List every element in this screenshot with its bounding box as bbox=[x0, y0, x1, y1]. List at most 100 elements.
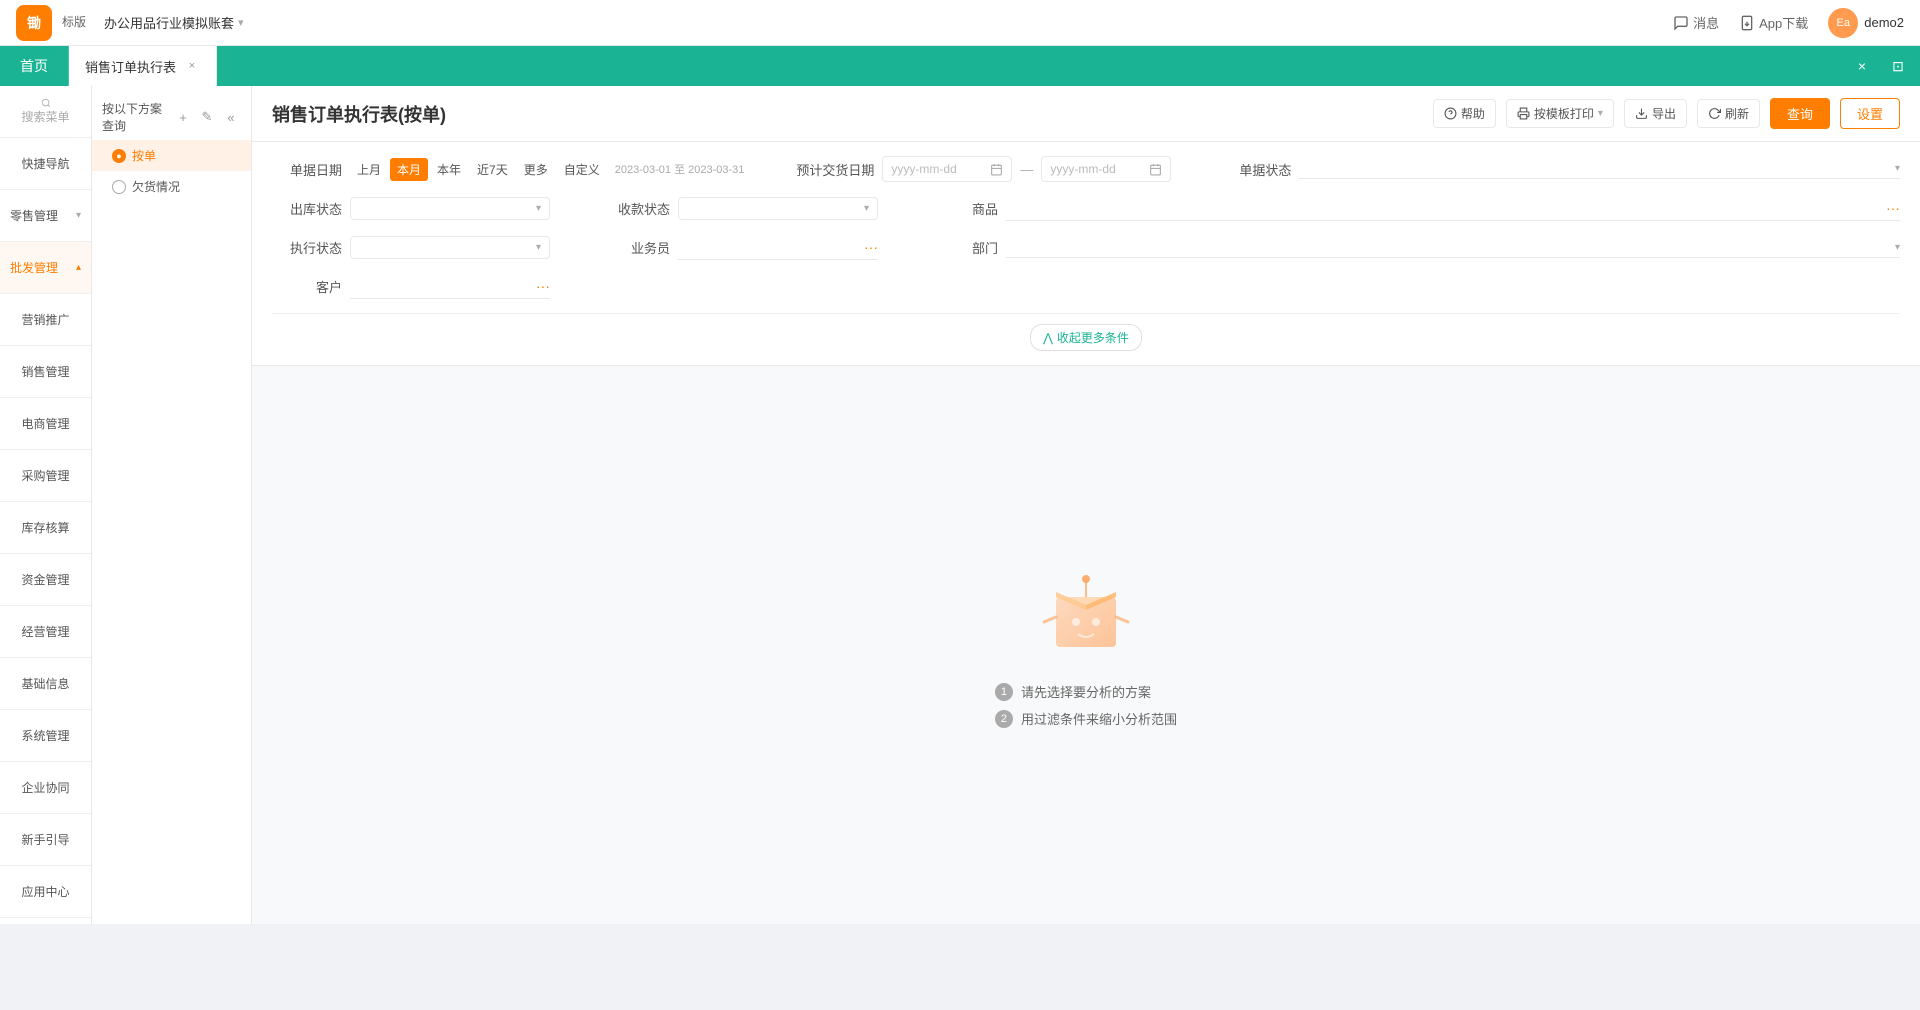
sidebar-item-apps[interactable]: 应用中心 bbox=[0, 866, 91, 918]
page-header-actions: 帮助 按模板打印 ▾ 导出 刷新 bbox=[1433, 98, 1900, 129]
salesperson-select[interactable]: ··· bbox=[678, 235, 878, 260]
expected-date-from[interactable]: yyyy-mm-dd bbox=[882, 156, 1012, 182]
order-date-group: 单据日期 上月 本月 本年 近7天 更多 自定义 2023-03-01 至 20… bbox=[272, 158, 744, 181]
print-button[interactable]: 按模板打印 ▾ bbox=[1506, 99, 1614, 128]
collection-arrow-icon: ▾ bbox=[864, 203, 869, 214]
inactive-dot bbox=[112, 180, 126, 194]
execution-status-select[interactable]: ▾ bbox=[350, 236, 550, 259]
date-btn-7days[interactable]: 近7天 bbox=[470, 158, 515, 181]
sidebar-item-enterprise[interactable]: 企业协同 bbox=[0, 762, 91, 814]
tab-bar-right: × ⊡ bbox=[1848, 52, 1920, 80]
sidebar-item-retail[interactable]: 零售管理 ▾ bbox=[0, 190, 91, 242]
date-quick-btns: 上月 本月 本年 近7天 更多 自定义 bbox=[350, 158, 607, 181]
collapse-filter-button[interactable]: ⋀ 收起更多条件 bbox=[1030, 324, 1142, 351]
left-panel-header: 按以下方案查询 + ✎ « bbox=[92, 94, 251, 140]
order-status-select[interactable]: ▾ bbox=[1299, 159, 1900, 179]
app-selector[interactable]: 办公用品行业模拟账套 ▾ bbox=[96, 9, 252, 36]
collection-status-select[interactable]: ▾ bbox=[678, 197, 878, 220]
shipment-arrow-icon: ▾ bbox=[536, 203, 541, 214]
product-label: 商品 bbox=[928, 199, 998, 218]
expected-date-to[interactable]: yyyy-mm-dd bbox=[1041, 156, 1171, 182]
product-select[interactable]: ··· bbox=[1006, 196, 1900, 221]
logo-text: 标版 bbox=[62, 15, 86, 31]
left-panel: 按以下方案查询 + ✎ « ● 按单 欠货情况 bbox=[92, 86, 252, 924]
product-group: 商品 ··· bbox=[928, 196, 1900, 221]
sidebar-item-inventory[interactable]: 库存核算 bbox=[0, 502, 91, 554]
tab-maximize-button[interactable]: ⊡ bbox=[1884, 52, 1912, 80]
sidebar-item-marketing[interactable]: 营销推广 bbox=[0, 294, 91, 346]
sidebar-item-ecommerce[interactable]: 电商管理 bbox=[0, 398, 91, 450]
filter-row-1: 单据日期 上月 本月 本年 近7天 更多 自定义 2023-03-01 至 20… bbox=[272, 156, 1900, 182]
department-group: 部门 ▾ bbox=[928, 238, 1900, 258]
collection-status-group: 收款状态 ▾ bbox=[600, 197, 878, 220]
scheme-item-order[interactable]: ● 按单 bbox=[92, 140, 251, 171]
department-select[interactable]: ▾ bbox=[1006, 238, 1900, 258]
date-btn-this-month[interactable]: 本月 bbox=[390, 158, 428, 181]
app-download-button[interactable]: App下载 bbox=[1739, 13, 1808, 32]
sidebar-search[interactable]: 搜索菜单 bbox=[0, 86, 91, 138]
sidebar-item-quick-nav[interactable]: 快捷导航 bbox=[0, 138, 91, 190]
collapse-panel-button[interactable]: « bbox=[221, 107, 241, 127]
sidebar-item-sales[interactable]: 销售管理 bbox=[0, 346, 91, 398]
filter-row-3: 执行状态 ▾ 业务员 ··· 部门 ▾ bbox=[272, 235, 1900, 260]
settings-button[interactable]: 设置 bbox=[1840, 98, 1900, 129]
date-separator: — bbox=[1020, 162, 1033, 177]
date-btn-more[interactable]: 更多 bbox=[517, 158, 555, 181]
empty-tips: 1 请先选择要分析的方案 2 用过滤条件来缩小分析范围 bbox=[995, 682, 1177, 728]
order-status-label: 单据状态 bbox=[1221, 160, 1291, 179]
execution-arrow-icon: ▾ bbox=[536, 242, 541, 253]
empty-illustration bbox=[1036, 562, 1136, 662]
expected-date-label: 预计交货日期 bbox=[794, 160, 874, 179]
date-btn-custom[interactable]: 自定义 bbox=[557, 158, 607, 181]
shipment-status-label: 出库状态 bbox=[272, 199, 342, 218]
header-left: 锄 标版 办公用品行业模拟账套 ▾ bbox=[16, 5, 252, 41]
filter-row-4: 客户 ··· bbox=[272, 274, 1900, 299]
customer-select[interactable]: ··· bbox=[350, 274, 550, 299]
page-header: 销售订单执行表(按单) 帮助 按模板打印 ▾ 导出 bbox=[252, 86, 1920, 142]
sidebar-item-system[interactable]: 系统管理 bbox=[0, 710, 91, 762]
content-area: 销售订单执行表(按单) 帮助 按模板打印 ▾ 导出 bbox=[252, 86, 1920, 924]
collection-status-label: 收款状态 bbox=[600, 199, 670, 218]
tab-active[interactable]: 销售订单执行表 × bbox=[69, 46, 217, 86]
left-panel-icons: + ✎ « bbox=[173, 107, 241, 127]
export-button[interactable]: 导出 bbox=[1624, 99, 1687, 128]
scheme-item-debt[interactable]: 欠货情况 bbox=[92, 171, 251, 202]
date-btn-last-month[interactable]: 上月 bbox=[350, 158, 388, 181]
sidebar: 搜索菜单 快捷导航 零售管理 ▾ 批发管理 ▴ 营销推广 销售管理 电商管理 采… bbox=[0, 86, 92, 924]
retail-arrow-icon: ▾ bbox=[76, 210, 81, 221]
customer-more-icon: ··· bbox=[536, 278, 550, 294]
order-status-arrow-icon: ▾ bbox=[1895, 163, 1900, 174]
avatar: Ea bbox=[1828, 8, 1858, 38]
calendar-icon-to bbox=[1149, 163, 1162, 176]
tab-close-icon[interactable]: × bbox=[184, 58, 200, 74]
sidebar-item-purchase[interactable]: 采购管理 bbox=[0, 450, 91, 502]
help-icon bbox=[1444, 107, 1457, 120]
download-icon bbox=[1739, 15, 1755, 31]
salesperson-group: 业务员 ··· bbox=[600, 235, 878, 260]
tab-minimize-button[interactable]: × bbox=[1848, 52, 1876, 80]
print-arrow-icon: ▾ bbox=[1598, 108, 1603, 119]
calendar-icon-from bbox=[990, 163, 1003, 176]
message-button[interactable]: 消息 bbox=[1673, 13, 1719, 32]
query-button[interactable]: 查询 bbox=[1770, 98, 1830, 129]
add-scheme-button[interactable]: + bbox=[173, 107, 193, 127]
sidebar-item-basic[interactable]: 基础信息 bbox=[0, 658, 91, 710]
sidebar-item-operation[interactable]: 经营管理 bbox=[0, 606, 91, 658]
order-status-group: 单据状态 ▾ bbox=[1221, 159, 1900, 179]
department-arrow-icon: ▾ bbox=[1895, 242, 1900, 253]
sidebar-item-wholesale[interactable]: 批发管理 ▴ bbox=[0, 242, 91, 294]
page-header-row: 销售订单执行表(按单) 帮助 按模板打印 ▾ 导出 bbox=[272, 98, 1900, 129]
expected-date-group: 预计交货日期 yyyy-mm-dd — yyyy-mm-dd bbox=[794, 156, 1171, 182]
shipment-status-select[interactable]: ▾ bbox=[350, 197, 550, 220]
sidebar-item-finance[interactable]: 资金管理 bbox=[0, 554, 91, 606]
refresh-button[interactable]: 刷新 bbox=[1697, 99, 1760, 128]
help-button[interactable]: 帮助 bbox=[1433, 99, 1496, 128]
active-dot: ● bbox=[112, 149, 126, 163]
sidebar-item-wechat[interactable]: 企业微信 bbox=[0, 918, 91, 924]
date-btn-this-year[interactable]: 本年 bbox=[430, 158, 468, 181]
date-range-text: 2023-03-01 至 2023-03-31 bbox=[615, 161, 745, 177]
user-profile[interactable]: Ea demo2 bbox=[1828, 8, 1904, 38]
sidebar-item-newbie[interactable]: 新手引导 bbox=[0, 814, 91, 866]
tab-home[interactable]: 首页 bbox=[0, 46, 69, 86]
edit-scheme-button[interactable]: ✎ bbox=[197, 107, 217, 127]
